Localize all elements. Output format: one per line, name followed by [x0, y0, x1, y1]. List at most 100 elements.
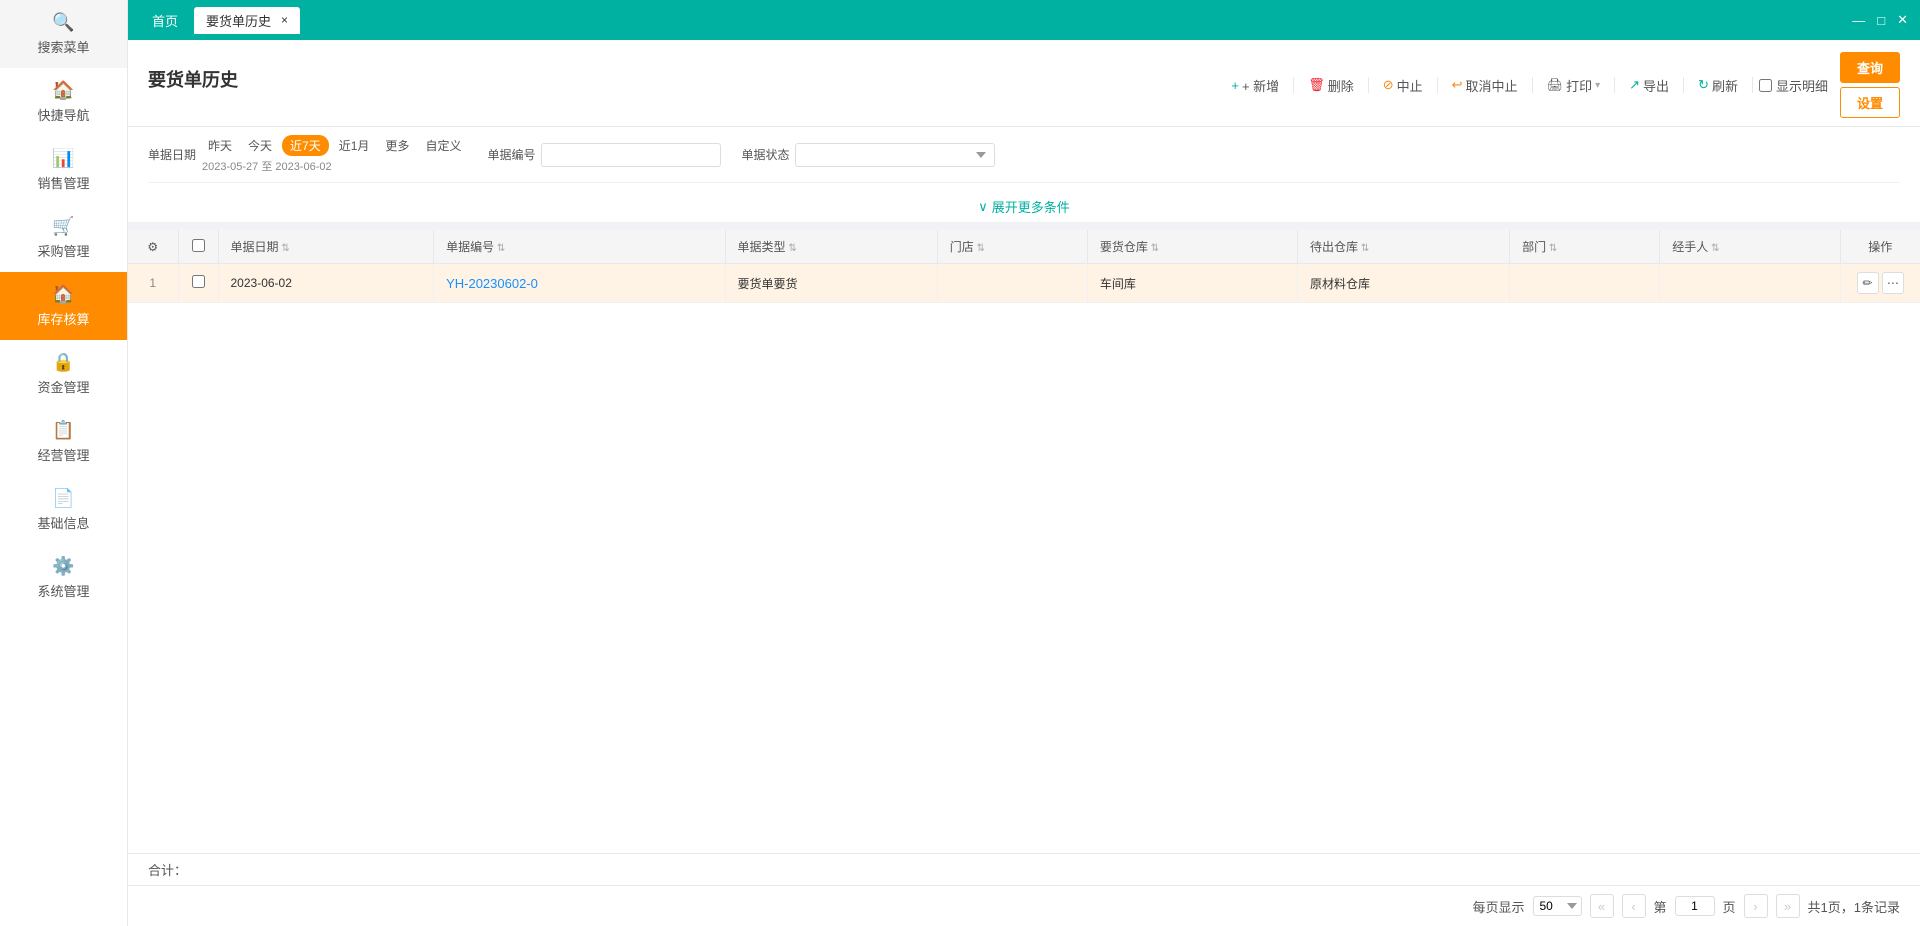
table-body: 1 2023-06-02 YH-20230602-0 要货单要货 车间库 原材料…: [128, 264, 1920, 303]
operations-icon: 📋: [52, 420, 74, 441]
date-btn-more[interactable]: 更多: [379, 135, 415, 156]
sidebar-item-quicknav[interactable]: 🏠快捷导航: [0, 68, 127, 136]
sidebar-item-basic[interactable]: 📄基础信息: [0, 476, 127, 544]
divider-1: [1293, 77, 1294, 93]
sidebar-item-purchase[interactable]: 🛒采购管理: [0, 204, 127, 272]
sidebar-item-label: 搜索菜单: [37, 37, 89, 56]
th-action: 操作: [1840, 230, 1920, 264]
display-detail-checkbox[interactable]: [1759, 79, 1772, 92]
th-check: [178, 230, 218, 264]
select-all-checkbox[interactable]: [192, 239, 205, 252]
delete-button[interactable]: 🗑 删除: [1300, 72, 1362, 99]
date-btn-yesterday[interactable]: 昨天: [202, 135, 238, 156]
tab-home-label: 首页: [152, 11, 178, 30]
doc-number-label: 单据编号: [487, 146, 535, 163]
page-input[interactable]: [1675, 896, 1715, 916]
expand-more-label: 展开更多条件: [992, 197, 1070, 216]
expand-more-icon: ∨: [978, 199, 988, 215]
window-maximize-icon[interactable]: □: [1877, 13, 1885, 28]
th-settings[interactable]: ⚙: [128, 230, 178, 264]
header-toolbar: 要货单历史 + + 新增 🗑 删除 ⊘ 中止 ↩: [148, 52, 1900, 118]
sidebar-item-inventory[interactable]: 🏠库存核算: [0, 272, 127, 340]
refresh-icon: ↻: [1698, 77, 1709, 93]
th-date[interactable]: 单据日期: [218, 230, 434, 264]
search-icon: 🔍: [52, 12, 74, 33]
sidebar-item-operations[interactable]: 📋经营管理: [0, 408, 127, 476]
date-btn-7days[interactable]: 近7天: [282, 135, 329, 156]
sidebar-item-search[interactable]: 🔍 搜索菜单: [0, 0, 127, 68]
th-handler[interactable]: 经手人: [1660, 230, 1840, 264]
expand-more-button[interactable]: ∨ 展开更多条件: [978, 197, 1070, 216]
print-button[interactable]: 🖨 打印 ▾: [1539, 72, 1609, 99]
divider-7: [1752, 77, 1753, 93]
row-seq: 1: [128, 264, 178, 303]
divider-4: [1532, 77, 1533, 93]
total-info: 共1页，1条记录: [1808, 897, 1900, 916]
main-body: ⚙ 单据日期 单据编号 单据类型 门店 要货仓库 待出仓库 部门 经手人 操作: [128, 222, 1920, 926]
cancel-stop-icon: ↩: [1452, 77, 1463, 93]
filter-expand-row: ∨ 展开更多条件: [148, 182, 1900, 222]
export-label: 导出: [1643, 76, 1669, 95]
delete-icon: 🗑: [1308, 77, 1325, 93]
row-checkbox[interactable]: [192, 275, 205, 288]
row-edit-button[interactable]: ✏: [1857, 272, 1879, 294]
th-dept[interactable]: 部门: [1510, 230, 1660, 264]
prev-page-button[interactable]: ‹: [1622, 894, 1646, 918]
th-req-warehouse[interactable]: 要货仓库: [1087, 230, 1297, 264]
window-close-icon[interactable]: ✕: [1897, 12, 1908, 28]
print-icon: 🖨: [1547, 77, 1564, 93]
th-number[interactable]: 单据编号: [434, 230, 725, 264]
tab-active[interactable]: 要货单历史 ×: [194, 7, 300, 34]
last-page-button[interactable]: »: [1776, 894, 1800, 918]
print-label: 打印: [1566, 76, 1592, 95]
first-page-button[interactable]: «: [1590, 894, 1614, 918]
refresh-button[interactable]: ↻ 刷新: [1690, 72, 1746, 99]
doc-status-label: 单据状态: [741, 146, 789, 163]
th-store[interactable]: 门店: [937, 230, 1087, 264]
sidebar-item-sales[interactable]: 📊销售管理: [0, 136, 127, 204]
sidebar-item-label: 资金管理: [37, 377, 89, 396]
th-type[interactable]: 单据类型: [725, 230, 937, 264]
divider-6: [1683, 77, 1684, 93]
sidebar-item-finance[interactable]: 🔒 资金管理: [0, 340, 127, 408]
row-dept: [1510, 264, 1660, 303]
date-range-display: 2023-05-27 至 2023-06-02: [202, 158, 467, 174]
th-pending-warehouse[interactable]: 待出仓库: [1297, 230, 1509, 264]
display-detail-toggle[interactable]: 显示明细: [1759, 76, 1828, 95]
doc-number-input[interactable]: [541, 143, 721, 167]
date-buttons-row: 昨天 今天 近7天 近1月 更多 自定义: [202, 135, 467, 156]
tab-close-icon[interactable]: ×: [281, 13, 288, 27]
date-filter-group: 单据日期 昨天 今天 近7天 近1月 更多 自定义 2023-05-27 至 2…: [148, 135, 467, 174]
tab-home[interactable]: 首页: [140, 7, 190, 34]
topbar-right: — □ ✕: [1852, 12, 1908, 28]
new-button[interactable]: + + 新增: [1223, 72, 1287, 99]
row-handler: [1660, 264, 1840, 303]
summary-label: 合计：: [148, 860, 187, 879]
delete-label: 删除: [1328, 76, 1354, 95]
finance-icon: 🔒: [52, 352, 74, 373]
row-store: [937, 264, 1087, 303]
window-minimize-icon[interactable]: —: [1852, 13, 1865, 28]
row-more-button[interactable]: ⋯: [1882, 272, 1904, 294]
per-page-select[interactable]: 50 10 20 100: [1533, 896, 1582, 916]
next-page-button[interactable]: ›: [1744, 894, 1768, 918]
sidebar-item-system[interactable]: ⚙️系统管理: [0, 544, 127, 612]
row-check: [178, 264, 218, 303]
settings-button[interactable]: 设置: [1840, 87, 1900, 118]
cancel-stop-button[interactable]: ↩ 取消中止: [1444, 72, 1526, 99]
page-title: 要货单历史: [148, 66, 238, 92]
row-actions: ✏ ⋯: [1840, 264, 1920, 303]
filter-row: 单据日期 昨天 今天 近7天 近1月 更多 自定义 2023-05-27 至 2…: [148, 135, 1900, 174]
sidebar-item-label: 系统管理: [37, 581, 89, 600]
table-row: 1 2023-06-02 YH-20230602-0 要货单要货 车间库 原材料…: [128, 264, 1920, 303]
stop-button[interactable]: ⊘ 中止: [1375, 72, 1431, 99]
date-btn-custom[interactable]: 自定义: [419, 135, 467, 156]
date-btn-1month[interactable]: 近1月: [333, 135, 376, 156]
row-number-link[interactable]: YH-20230602-0: [446, 276, 538, 291]
doc-number-filter-group: 单据编号: [487, 143, 721, 167]
export-button[interactable]: ↗ 导出: [1621, 72, 1677, 99]
doc-status-select[interactable]: [795, 143, 995, 167]
query-button[interactable]: 查询: [1840, 52, 1900, 83]
row-pending-warehouse: 原材料仓库: [1297, 264, 1509, 303]
date-btn-today[interactable]: 今天: [242, 135, 278, 156]
